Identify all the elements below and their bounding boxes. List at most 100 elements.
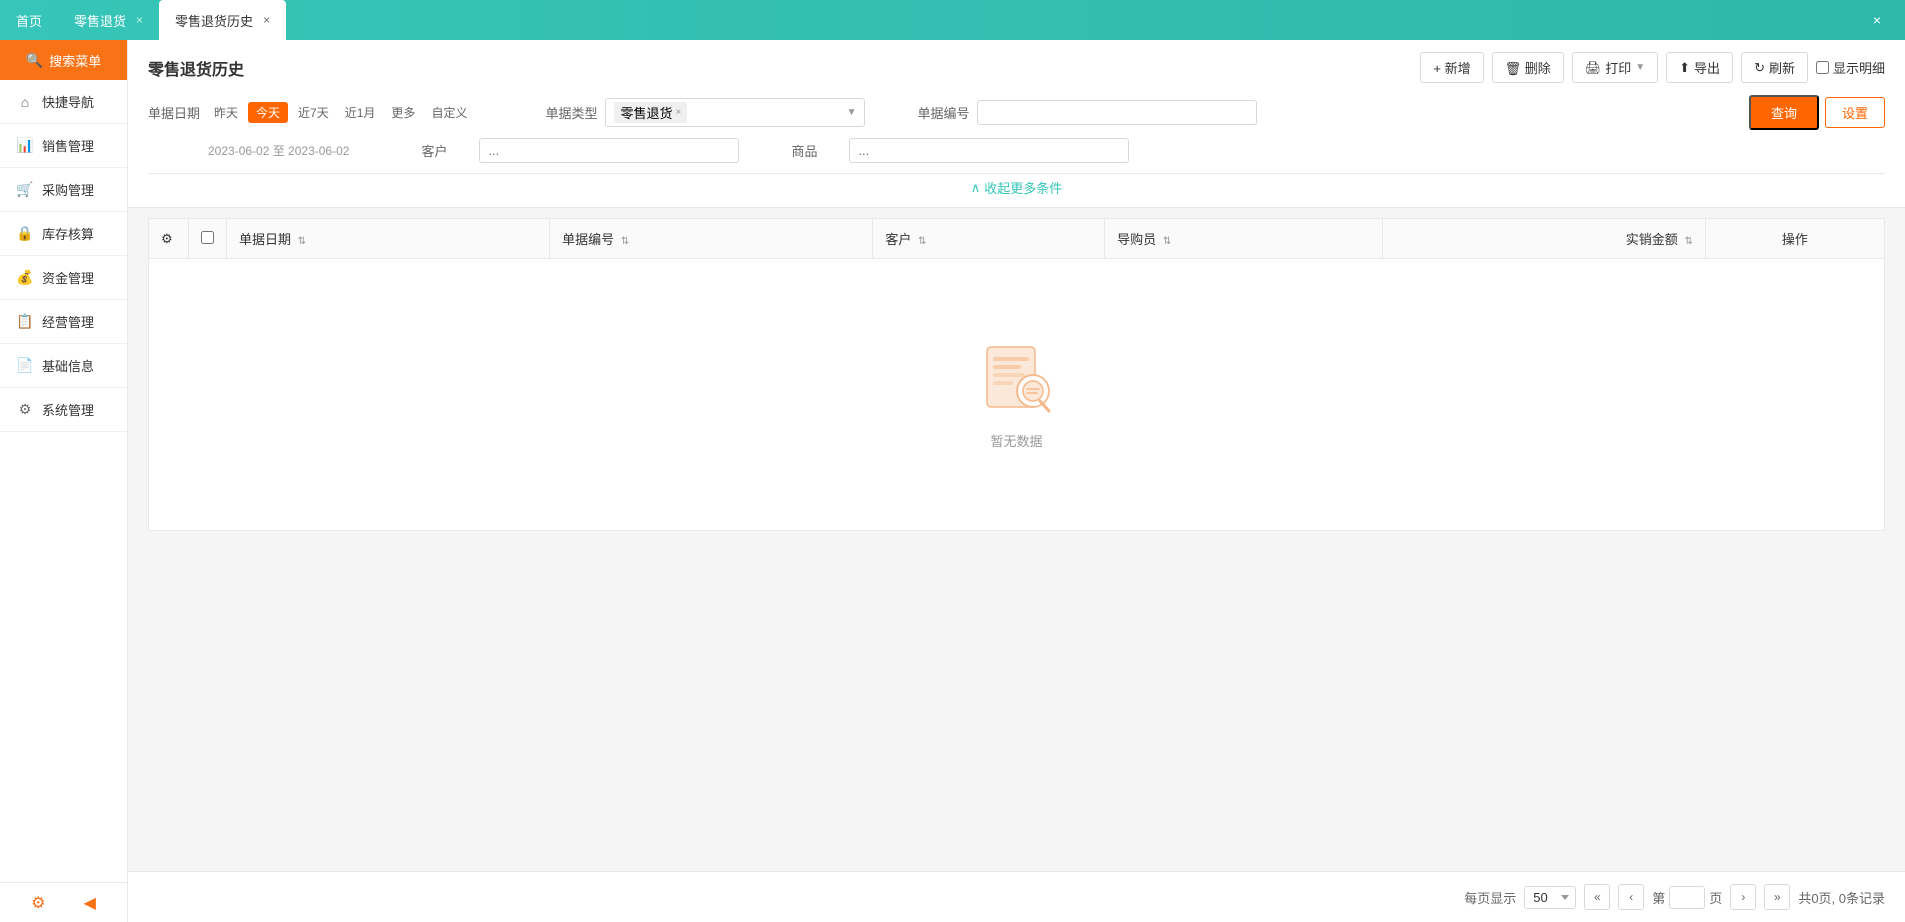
show-detail-label: 显示明细 — [1833, 58, 1885, 77]
date-sort-icon[interactable]: ⇅ — [298, 236, 306, 247]
table-head: ⚙ 单据日期 ⇅ 单据编号 ⇅ — [149, 219, 1885, 259]
goods-input[interactable] — [849, 138, 1129, 163]
show-detail-input[interactable] — [1816, 61, 1829, 74]
collapse-icon-up: ∧ — [971, 180, 981, 196]
date-filter-label: 单据日期 — [148, 103, 200, 122]
page-number-input[interactable]: 1 — [1669, 886, 1705, 909]
sidebar-item-operations[interactable]: 📋 经营管理 — [0, 300, 127, 344]
customer-input[interactable] — [479, 138, 739, 163]
nav-icon-base-info: 📄 — [16, 357, 34, 375]
sidebar-nav: ⌂ 快捷导航 📊 销售管理 🛒 采购管理 🔒 库存核算 💰 资金管理 📋 经营管… — [0, 80, 127, 882]
th-no-label: 单据编号 — [562, 232, 614, 247]
sidebar-item-quick-nav[interactable]: ⌂ 快捷导航 — [0, 80, 127, 124]
tab-label-retail-return-history: 零售退货历史 — [175, 11, 253, 30]
sidebar: 🔍 搜索菜单 ⌂ 快捷导航 📊 销售管理 🛒 采购管理 🔒 库存核算 💰 资金管… — [0, 40, 128, 922]
delete-button[interactable]: 🗑 删除 — [1492, 52, 1564, 83]
first-page-btn[interactable]: « — [1584, 884, 1610, 910]
print-button[interactable]: 🖨 🖨 打印 打印 ▼ — [1572, 52, 1658, 83]
new-button[interactable]: + 新增 — [1420, 52, 1483, 83]
sidebar-item-base-info[interactable]: 📄 基础信息 — [0, 344, 127, 388]
query-button[interactable]: 查询 — [1749, 95, 1819, 130]
empty-illustration — [977, 339, 1057, 419]
table-body: 暂无数据 — [149, 259, 1885, 531]
date-btn-昨天[interactable]: 昨天 — [208, 102, 244, 123]
th-amount-label: 实销金额 — [1626, 232, 1678, 247]
tab-retail-return[interactable]: 零售退货 × — [58, 0, 159, 40]
sidebar-item-finance[interactable]: 💰 资金管理 — [0, 256, 127, 300]
tab-label-retail-return: 零售退货 — [74, 11, 126, 30]
main-layout: 🔍 搜索菜单 ⌂ 快捷导航 📊 销售管理 🛒 采购管理 🔒 库存核算 💰 资金管… — [0, 40, 1905, 922]
last-page-btn[interactable]: » — [1764, 884, 1790, 910]
toolbar-actions: + 新增 🗑 删除 🖨 🖨 打印 打印 ▼ ⬆ 导出 ↻ 刷新 — [1420, 52, 1885, 83]
amount-sort-icon[interactable]: ⇅ — [1684, 236, 1692, 247]
next-page-btn[interactable]: › — [1730, 884, 1756, 910]
collapse-icon[interactable]: ◀ — [84, 893, 96, 913]
th-actions: 操作 — [1705, 219, 1884, 259]
top-bar: 首页 零售退货 × 零售退货历史 × × — [0, 0, 1905, 40]
tab-retail-return-history[interactable]: 零售退货历史 × — [159, 0, 286, 40]
guide-sort-icon[interactable]: ⇅ — [1163, 236, 1171, 247]
table-area: ⚙ 单据日期 ⇅ 单据编号 ⇅ — [128, 208, 1905, 871]
window-controls: × — [1865, 8, 1905, 32]
setting-button[interactable]: 设置 — [1825, 97, 1885, 128]
sidebar-item-purchase-mgmt[interactable]: 🛒 采购管理 — [0, 168, 127, 212]
tab-close-retail-return-history[interactable]: × — [263, 13, 270, 27]
nav-icon-purchase-mgmt: 🛒 — [16, 181, 34, 199]
tab-bar: 首页 零售退货 × 零售退货历史 × — [0, 0, 1865, 40]
date-btn-近1月[interactable]: 近1月 — [339, 102, 382, 123]
page-label: 第 — [1652, 888, 1665, 907]
export-icon: ⬆ — [1679, 60, 1690, 76]
tab-label-home: 首页 — [16, 11, 42, 30]
voucher-type-filter: 单据类型 零售退货 × ▼ — [545, 98, 865, 127]
voucher-type-select[interactable]: 零售退货 × ▼ — [605, 98, 865, 127]
nav-label-finance: 资金管理 — [42, 268, 94, 287]
date-btn-近7天[interactable]: 近7天 — [292, 102, 335, 123]
nav-label-purchase-mgmt: 采购管理 — [42, 180, 94, 199]
nav-label-sales-mgmt: 销售管理 — [42, 136, 94, 155]
total-info: 共0页, 0条记录 — [1798, 888, 1885, 907]
nav-icon-operations: 📋 — [16, 313, 34, 331]
show-detail-checkbox[interactable]: 显示明细 — [1816, 58, 1885, 77]
page-size-select[interactable]: 2050100 — [1524, 886, 1576, 909]
th-date: 单据日期 ⇅ — [227, 219, 550, 259]
date-btn-自定义[interactable]: 自定义 — [425, 102, 473, 123]
date-buttons-group: 昨天今天近7天近1月更多自定义 — [208, 102, 473, 123]
date-range-text: 2023-06-02 至 2023-06-02 — [208, 142, 349, 159]
sidebar-item-system-mgmt[interactable]: ⚙ 系统管理 — [0, 388, 127, 432]
window-close-btn[interactable]: × — [1865, 8, 1889, 32]
date-btn-更多[interactable]: 更多 — [385, 102, 421, 123]
th-no: 单据编号 ⇅ — [550, 219, 873, 259]
collapse-filter-btn[interactable]: ∧ 收起更多条件 — [148, 174, 1885, 207]
voucher-no-input[interactable] — [977, 100, 1257, 125]
goods-label: 商品 — [791, 141, 841, 160]
gear-icon: ⚙ — [161, 231, 173, 246]
nav-label-system-mgmt: 系统管理 — [42, 400, 94, 419]
th-gear[interactable]: ⚙ — [149, 219, 189, 259]
settings-icon[interactable]: ⚙ — [31, 893, 45, 913]
customer-sort-icon[interactable]: ⇅ — [918, 236, 926, 247]
th-amount: 实销金额 ⇅ — [1382, 219, 1705, 259]
tab-home[interactable]: 首页 — [0, 0, 58, 40]
th-guide: 导购员 ⇅ — [1105, 219, 1383, 259]
select-all-checkbox[interactable] — [201, 231, 214, 244]
sidebar-search[interactable]: 🔍 搜索菜单 — [0, 40, 127, 80]
no-sort-icon[interactable]: ⇅ — [621, 236, 629, 247]
refresh-button[interactable]: ↻ 刷新 — [1741, 52, 1808, 83]
voucher-type-tag-label: 零售退货 — [620, 103, 672, 122]
table-header-row: ⚙ 单据日期 ⇅ 单据编号 ⇅ — [149, 219, 1885, 259]
tab-close-retail-return[interactable]: × — [136, 13, 143, 27]
date-btn-今天[interactable]: 今天 — [248, 102, 288, 123]
search-icon: 🔍 — [26, 52, 43, 69]
sidebar-item-inventory[interactable]: 🔒 库存核算 — [0, 212, 127, 256]
date-range-item: 2023-06-02 至 2023-06-02 — [148, 142, 349, 159]
page-header: 零售退货历史 + 新增 🗑 删除 🖨 🖨 打印 打印 ▼ ⬆ 导出 — [128, 40, 1905, 208]
nav-label-base-info: 基础信息 — [42, 356, 94, 375]
th-customer: 客户 ⇅ — [873, 219, 1105, 259]
empty-state: 暂无数据 — [149, 259, 1884, 530]
prev-page-btn[interactable]: ‹ — [1618, 884, 1644, 910]
export-button[interactable]: ⬆ 导出 — [1666, 52, 1733, 83]
th-check[interactable] — [189, 219, 227, 259]
filter-row-1: 单据日期 昨天今天近7天近1月更多自定义 单据类型 零售退货 × — [148, 95, 1885, 130]
sidebar-item-sales-mgmt[interactable]: 📊 销售管理 — [0, 124, 127, 168]
voucher-type-tag-close[interactable]: × — [675, 107, 681, 118]
